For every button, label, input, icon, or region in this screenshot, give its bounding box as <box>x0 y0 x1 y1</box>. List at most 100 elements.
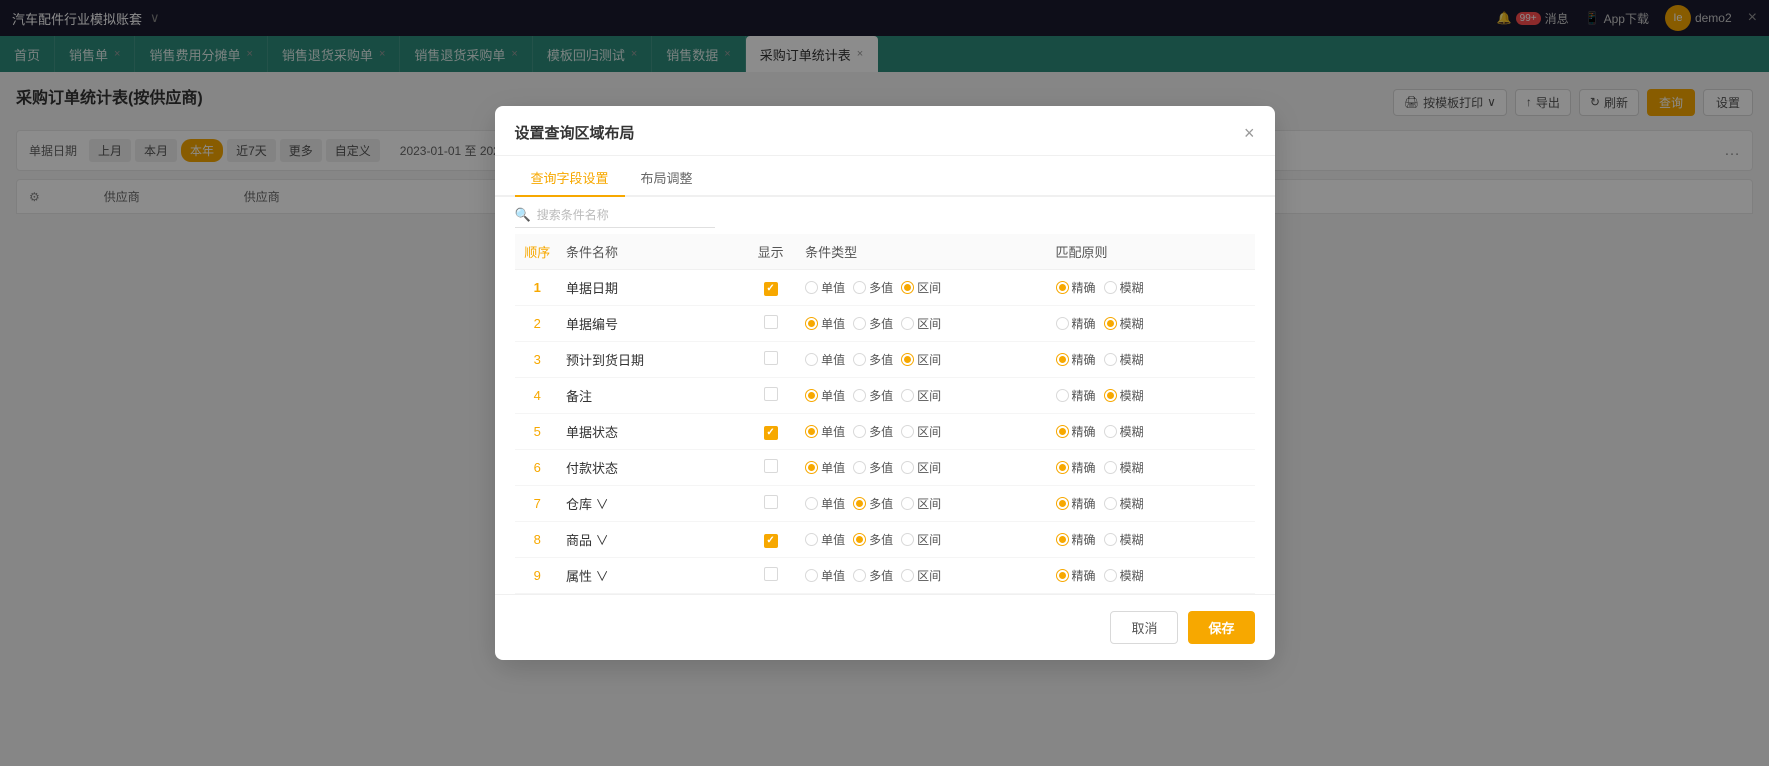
row-show[interactable] <box>742 342 799 378</box>
cancel-button[interactable]: 取消 <box>1110 611 1178 644</box>
type-single[interactable]: 单值 <box>805 423 845 440</box>
type-single[interactable]: 单值 <box>805 459 845 476</box>
type-multi[interactable]: 多值 <box>853 567 893 584</box>
row-show[interactable] <box>742 270 799 306</box>
type-multi[interactable]: 多值 <box>853 279 893 296</box>
match-exact[interactable]: 精确 <box>1056 351 1096 368</box>
type-single[interactable]: 单值 <box>805 351 845 368</box>
row-match: 精确 模糊 <box>1050 450 1255 486</box>
match-exact[interactable]: 精确 <box>1056 387 1096 404</box>
match-fuzzy[interactable]: 模糊 <box>1104 387 1144 404</box>
match-exact[interactable]: 精确 <box>1056 279 1096 296</box>
type-multi[interactable]: 多值 <box>853 495 893 512</box>
match-fuzzy[interactable]: 模糊 <box>1104 531 1144 548</box>
show-checkbox[interactable] <box>764 495 778 509</box>
show-checkbox[interactable] <box>764 351 778 365</box>
dialog-close-button[interactable]: × <box>1244 124 1255 142</box>
match-fuzzy[interactable]: 模糊 <box>1104 351 1144 368</box>
show-checkbox[interactable] <box>764 387 778 401</box>
table-row: 1 单据日期 单值 多值 区间 <box>515 270 1255 306</box>
table-row: 5 单据状态 单值 多值 区间 <box>515 414 1255 450</box>
radio-exact <box>1056 353 1069 366</box>
table-row: 3 预计到货日期 单值 多值 区间 <box>515 342 1255 378</box>
table-row: 7 仓库 ∨ 单值 多值 区间 <box>515 486 1255 522</box>
type-multi[interactable]: 多值 <box>853 387 893 404</box>
dialog-title: 设置查询区域布局 <box>515 122 635 143</box>
dialog-footer: 取消 保存 <box>495 594 1275 660</box>
show-checkbox[interactable] <box>764 426 778 440</box>
radio-single <box>805 353 818 366</box>
type-multi[interactable]: 多值 <box>853 423 893 440</box>
radio-range <box>901 425 914 438</box>
save-button[interactable]: 保存 <box>1188 611 1254 644</box>
match-radio-group: 精确 模糊 <box>1056 279 1249 296</box>
table-row: 2 单据编号 单值 多值 区间 <box>515 306 1255 342</box>
row-show[interactable] <box>742 378 799 414</box>
show-checkbox[interactable] <box>764 567 778 581</box>
match-radio-group: 精确 模糊 <box>1056 387 1249 404</box>
type-single[interactable]: 单值 <box>805 531 845 548</box>
match-exact[interactable]: 精确 <box>1056 495 1096 512</box>
type-single[interactable]: 单值 <box>805 567 845 584</box>
show-checkbox[interactable] <box>764 534 778 548</box>
row-seq: 9 <box>515 558 561 594</box>
row-type: 单值 多值 区间 <box>799 486 1049 522</box>
type-multi[interactable]: 多值 <box>853 351 893 368</box>
show-checkbox[interactable] <box>764 315 778 329</box>
row-match: 精确 模糊 <box>1050 270 1255 306</box>
match-exact[interactable]: 精确 <box>1056 531 1096 548</box>
row-name: 单据编号 <box>560 306 742 342</box>
row-show[interactable] <box>742 558 799 594</box>
type-range[interactable]: 区间 <box>901 567 941 584</box>
show-checkbox[interactable] <box>764 459 778 473</box>
dialog-tab-layout[interactable]: 布局调整 <box>625 160 709 197</box>
match-fuzzy[interactable]: 模糊 <box>1104 423 1144 440</box>
row-show[interactable] <box>742 414 799 450</box>
radio-range <box>901 461 914 474</box>
type-range[interactable]: 区间 <box>901 459 941 476</box>
match-radio-group: 精确 模糊 <box>1056 459 1249 476</box>
match-fuzzy[interactable]: 模糊 <box>1104 315 1144 332</box>
type-single[interactable]: 单值 <box>805 495 845 512</box>
dialog-tab-bar: 查询字段设置 布局调整 <box>495 160 1275 197</box>
type-range[interactable]: 区间 <box>901 387 941 404</box>
type-range[interactable]: 区间 <box>901 531 941 548</box>
row-name: 仓库 ∨ <box>560 486 742 522</box>
type-multi[interactable]: 多值 <box>853 459 893 476</box>
row-show[interactable] <box>742 450 799 486</box>
radio-multi <box>853 317 866 330</box>
type-single[interactable]: 单值 <box>805 387 845 404</box>
type-multi[interactable]: 多值 <box>853 315 893 332</box>
match-exact[interactable]: 精确 <box>1056 315 1096 332</box>
type-range[interactable]: 区间 <box>901 279 941 296</box>
type-range[interactable]: 区间 <box>901 423 941 440</box>
show-checkbox[interactable] <box>764 282 778 296</box>
match-exact[interactable]: 精确 <box>1056 567 1096 584</box>
type-single[interactable]: 单值 <box>805 315 845 332</box>
radio-multi <box>853 353 866 366</box>
match-exact[interactable]: 精确 <box>1056 459 1096 476</box>
type-multi[interactable]: 多值 <box>853 531 893 548</box>
type-single[interactable]: 单值 <box>805 279 845 296</box>
row-show[interactable] <box>742 306 799 342</box>
modal-overlay[interactable]: 设置查询区域布局 × 查询字段设置 布局调整 🔍 顺序 条件名称 显示 <box>0 0 1769 766</box>
row-show[interactable] <box>742 522 799 558</box>
match-fuzzy[interactable]: 模糊 <box>1104 567 1144 584</box>
table-header-row: 顺序 条件名称 显示 条件类型 匹配原则 <box>515 234 1255 270</box>
match-fuzzy[interactable]: 模糊 <box>1104 279 1144 296</box>
match-exact[interactable]: 精确 <box>1056 423 1096 440</box>
row-type: 单值 多值 区间 <box>799 450 1049 486</box>
match-fuzzy[interactable]: 模糊 <box>1104 495 1144 512</box>
col-header-match: 匹配原则 <box>1050 234 1255 270</box>
row-show[interactable] <box>742 486 799 522</box>
radio-fuzzy <box>1104 353 1117 366</box>
type-range[interactable]: 区间 <box>901 495 941 512</box>
type-range[interactable]: 区间 <box>901 315 941 332</box>
type-range[interactable]: 区间 <box>901 351 941 368</box>
search-icon: 🔍 <box>515 207 531 223</box>
search-input[interactable] <box>537 208 697 222</box>
type-radio-group: 单值 多值 区间 <box>805 315 1043 332</box>
match-fuzzy[interactable]: 模糊 <box>1104 459 1144 476</box>
radio-range <box>901 389 914 402</box>
dialog-tab-fields[interactable]: 查询字段设置 <box>515 160 625 197</box>
